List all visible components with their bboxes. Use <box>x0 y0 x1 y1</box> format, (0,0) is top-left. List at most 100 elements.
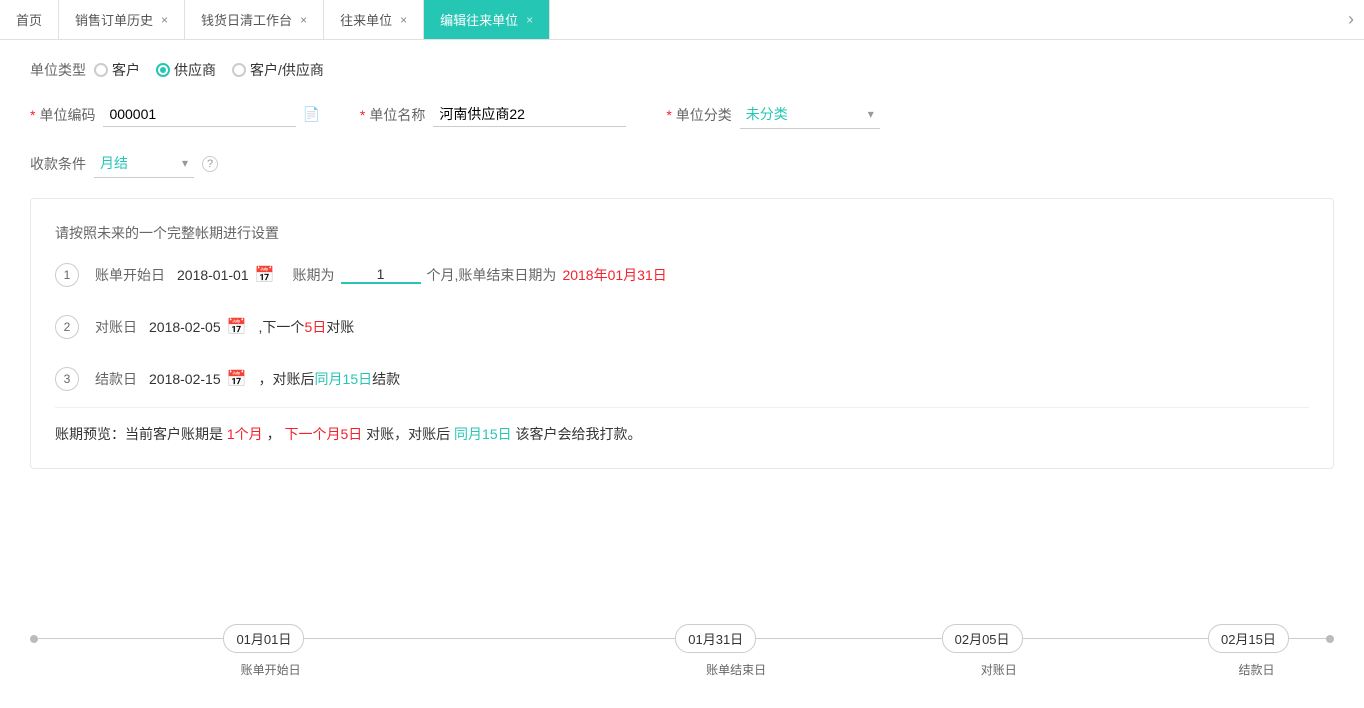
radio-supplier-label: 供应商 <box>174 60 216 80</box>
radio-customer-circle <box>94 63 108 77</box>
timeline-label-4: 结款日 <box>1226 661 1286 678</box>
end-date-highlight: 2018年01月31日 <box>562 265 666 285</box>
payment-terms-value: 月结 <box>100 153 176 173</box>
timeline-badge-4: 02月15日 <box>1208 624 1289 653</box>
unit-name-item: * 单位名称 <box>360 102 626 127</box>
tab-home-label: 首页 <box>16 10 42 29</box>
preview-text4: 该客户会给我打款。 <box>516 426 642 442</box>
unit-code-icon[interactable]: 📄 <box>302 106 319 123</box>
start-date-value: 2018-01-01 <box>177 267 249 283</box>
payment-terms-row: 收款条件 月结 ▾ ? <box>30 149 1334 178</box>
tab-partner-units[interactable]: 往来单位 × <box>324 0 424 39</box>
payment-terms-select[interactable]: 月结 ▾ <box>94 149 194 178</box>
timeline-line-3 <box>756 638 941 639</box>
recon-day-highlight: 5日 <box>304 317 326 337</box>
unit-code-input[interactable] <box>103 102 296 127</box>
timeline-label-3: 对账日 <box>969 661 1029 678</box>
radio-both[interactable]: 客户/供应商 <box>232 60 324 80</box>
tab-edit-partner-close[interactable]: × <box>526 13 533 27</box>
step-3: 3 <box>55 367 79 391</box>
unit-code-star: * <box>30 107 35 123</box>
preview-highlight3: 同月15日 <box>454 426 512 442</box>
unit-category-star: * <box>666 107 671 123</box>
unit-name-star: * <box>360 107 365 123</box>
timeline-start-dot <box>30 635 38 643</box>
timeline-label-2: 账单结束日 <box>701 661 771 678</box>
recon-date-group: 2018-02-05 📅 ,下一个 5日 对账 <box>149 317 354 337</box>
timeline-node-2: 01月31日 <box>675 624 756 653</box>
step-1: 1 <box>55 263 79 287</box>
tab-sales-history-label: 销售订单历史 <box>75 10 153 29</box>
payment-terms-help[interactable]: ? <box>202 156 218 172</box>
start-date-calendar-icon[interactable]: 📅 <box>255 265 275 285</box>
label-recon-date: 对账日 <box>95 317 137 337</box>
timeline-container: 01月01日 01月31日 02月05日 02月15日 <box>30 624 1334 653</box>
unit-info-row: * 单位编码 📄 * 单位名称 * 单位分类 未分类 ▾ <box>30 100 1334 129</box>
unit-category-value: 未分类 <box>746 104 862 124</box>
payment-terms-chevron: ▾ <box>182 156 188 170</box>
recon-suffix: 对账 <box>326 317 354 337</box>
recon-date-calendar-icon[interactable]: 📅 <box>227 317 247 337</box>
timeline-node-4: 02月15日 <box>1208 624 1289 653</box>
timeline-line-4 <box>1023 638 1208 639</box>
tab-edit-partner-label: 编辑往来单位 <box>440 10 518 29</box>
unit-type-radio-group: 客户 供应商 客户/供应商 <box>94 60 324 80</box>
period-input[interactable] <box>341 266 421 284</box>
payment-date-calendar-icon[interactable]: 📅 <box>227 369 247 389</box>
tab-scroll-arrow[interactable]: › <box>1338 0 1364 39</box>
tab-home[interactable]: 首页 <box>0 0 59 39</box>
unit-category-chevron: ▾ <box>868 107 874 121</box>
payment-terms-label: 收款条件 <box>30 154 86 174</box>
timeline-badge-2: 01月31日 <box>675 624 756 653</box>
setting-panel: 请按照未来的一个完整帐期进行设置 1 账单开始日 2018-01-01 📅 账期… <box>30 198 1334 469</box>
period-month-label: 个月,账单结束日期为 <box>427 265 557 285</box>
preview-highlight1: 1个月 <box>227 426 263 442</box>
unit-name-input[interactable] <box>433 102 626 127</box>
unit-type-item: 单位类型 客户 供应商 客户/供应商 <box>30 60 324 80</box>
setting-row-2: 2 对账日 2018-02-05 📅 ,下一个 5日 对账 <box>55 315 1309 339</box>
unit-type-label: 单位类型 <box>30 60 86 80</box>
preview-highlight2: 下一个月5日 <box>284 426 362 442</box>
payment-terms-item: 收款条件 月结 ▾ ? <box>30 149 218 178</box>
tab-cash-workbench-label: 钱货日清工作台 <box>201 10 292 29</box>
tab-cash-workbench[interactable]: 钱货日清工作台 × <box>185 0 324 39</box>
setting-row-3: 3 结款日 2018-02-15 📅 ，对账后 同月15日 结款 <box>55 367 1309 391</box>
preview-text2: ， <box>267 426 281 442</box>
unit-category-select[interactable]: 未分类 ▾ <box>740 100 880 129</box>
tab-sales-history-close[interactable]: × <box>161 13 168 27</box>
tab-sales-history[interactable]: 销售订单历史 × <box>59 0 185 39</box>
tab-edit-partner[interactable]: 编辑往来单位 × <box>424 0 550 39</box>
radio-supplier-circle <box>156 63 170 77</box>
timeline-line-5 <box>1289 638 1326 639</box>
start-date-group: 2018-01-01 📅 账期为 个月,账单结束日期为 2018年01月31日 <box>177 265 667 285</box>
unit-category-label: 单位分类 <box>676 105 732 125</box>
payment-day-highlight: 同月15日 <box>315 369 373 389</box>
unit-code-label: 单位编码 <box>39 105 95 125</box>
payment-date-value: 2018-02-15 <box>149 371 221 387</box>
payment-suffix: 结款 <box>372 369 400 389</box>
timeline-line-1 <box>38 638 223 639</box>
tab-cash-workbench-close[interactable]: × <box>300 13 307 27</box>
timeline-end-dot <box>1326 635 1334 643</box>
radio-supplier[interactable]: 供应商 <box>156 60 216 80</box>
setting-row-1: 1 账单开始日 2018-01-01 📅 账期为 个月,账单结束日期为 2018… <box>55 263 1309 287</box>
recon-date-value: 2018-02-05 <box>149 319 221 335</box>
preview-section: 账期预览：当前客户账期是 1个月 ， 下一个月5日 对账，对账后 同月15日 该… <box>55 407 1309 444</box>
tab-partner-units-label: 往来单位 <box>340 10 392 29</box>
period-prefix-label: 账期为 <box>293 265 335 285</box>
step-2: 2 <box>55 315 79 339</box>
radio-customer[interactable]: 客户 <box>94 60 140 80</box>
tab-partner-units-close[interactable]: × <box>400 13 407 27</box>
unit-code-input-wrapper: 📄 <box>103 102 319 127</box>
preview-text3: 对账，对账后 <box>366 426 450 442</box>
timeline-section: 01月01日 01月31日 02月05日 02月15日 账单开始日 账单结束日 <box>0 608 1364 708</box>
tabs-bar: 首页 销售订单历史 × 钱货日清工作台 × 往来单位 × 编辑往来单位 × › <box>0 0 1364 40</box>
timeline-badge-1: 01月01日 <box>223 624 304 653</box>
preview-label: 账期预览：当前客户账期是 <box>55 426 223 442</box>
unit-code-item: * 单位编码 📄 <box>30 102 320 127</box>
unit-category-item: * 单位分类 未分类 ▾ <box>666 100 879 129</box>
radio-both-circle <box>232 63 246 77</box>
timeline-labels-row: 账单开始日 账单结束日 对账日 结款日 <box>30 661 1334 678</box>
timeline-label-1: 账单开始日 <box>236 661 306 678</box>
unit-type-row: 单位类型 客户 供应商 客户/供应商 <box>30 60 1334 80</box>
